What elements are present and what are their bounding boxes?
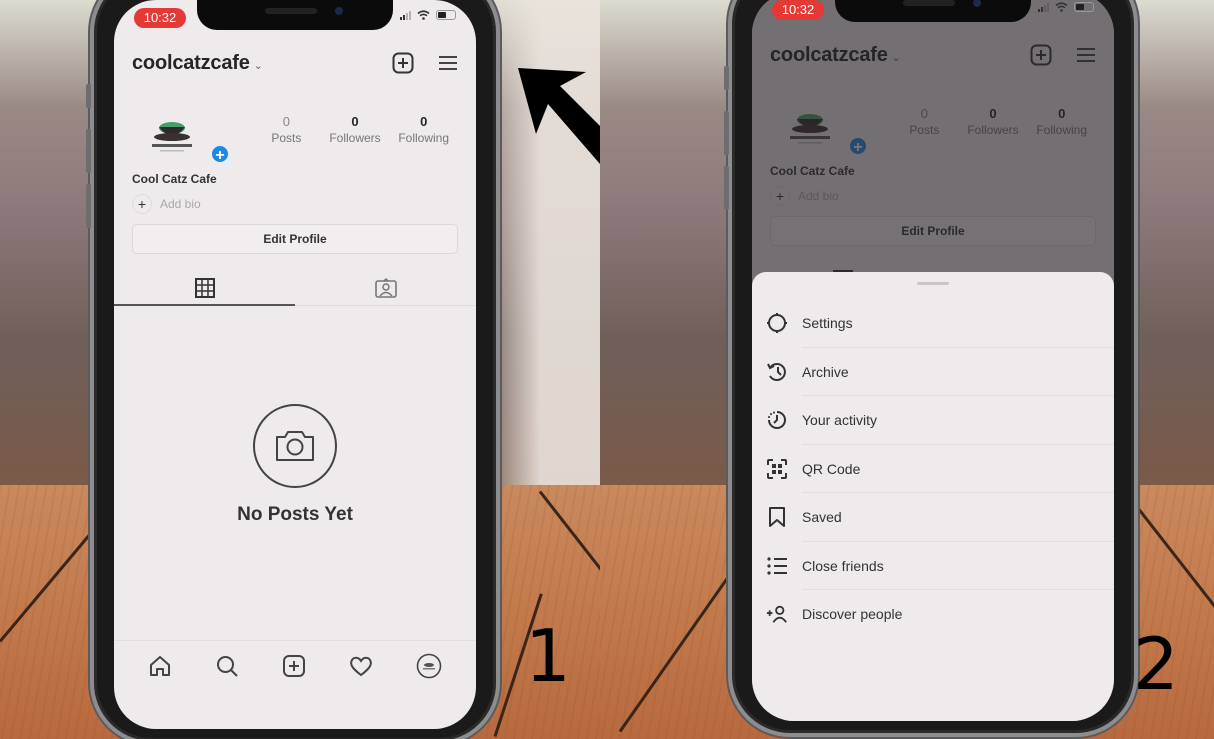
phone-side-button [724,66,729,90]
status-time: 10:32 [772,0,824,20]
discover-people-icon [766,605,787,624]
step-number-1: 1 [525,614,571,698]
camera-icon [276,431,314,461]
settings-icon [767,313,787,334]
profile-avatar-icon[interactable] [416,653,442,679]
add-story-plus-icon[interactable]: + [210,144,230,164]
phone-notch [835,0,1031,22]
menu-hamburger-icon[interactable] [438,54,458,72]
close-friends-icon [767,557,787,575]
panel-step-2: 10:32 coolcatzcafe ⌄ [600,0,1214,739]
activity-icon [768,411,786,430]
search-icon[interactable] [215,654,239,678]
menu-item-your-activity[interactable]: Your activity [752,396,1114,445]
display-name: Cool Catz Cafe [132,172,217,186]
menu-item-saved[interactable]: Saved [752,493,1114,542]
sheet-drag-handle[interactable] [917,282,949,285]
phone-frame: 10:32 coolcatzcafe ⌄ [724,0,1138,737]
menu-bottom-sheet: Settings Archive Your activity QR Code S… [752,272,1114,721]
menu-item-archive[interactable]: Archive [752,348,1114,397]
profile-header: coolcatzcafe ⌄ [132,48,458,78]
battery-icon [1074,2,1094,12]
phone-side-button [724,111,729,155]
username-switcher[interactable]: coolcatzcafe [132,52,250,75]
profile-tabs [114,270,476,306]
bookmark-icon [769,507,785,528]
menu-item-discover-people[interactable]: Discover people [752,590,1114,639]
wifi-icon [1055,2,1068,12]
profile-summary: + 0 Posts 0 Followers 0 Following [132,110,458,170]
stat-following[interactable]: 0 Following [389,114,458,145]
empty-state: No Posts Yet [114,404,476,526]
phone-side-button [724,166,729,210]
status-icons [400,10,456,20]
heart-icon[interactable] [349,655,373,677]
menu-item-qr-code[interactable]: QR Code [752,445,1114,494]
status-time: 10:32 [134,8,186,28]
profile-stats: 0 Posts 0 Followers 0 Following [252,114,458,145]
new-post-icon[interactable] [282,654,306,678]
archive-icon [767,362,786,381]
phone-side-button [86,129,91,173]
tab-tagged[interactable] [295,270,476,305]
phone-side-button [86,184,91,228]
status-icons [1038,2,1094,12]
phone-frame: 10:32 coolcatzcafe ⌄ [86,0,500,739]
stat-posts[interactable]: 0 Posts [252,114,321,145]
bottom-nav [114,640,476,690]
new-post-icon[interactable] [392,52,414,74]
camera-circle [253,404,337,488]
home-icon[interactable] [148,654,172,678]
step-number-2: 2 [1133,622,1179,706]
menu-item-close-friends[interactable]: Close friends [752,542,1114,591]
signal-icon [1038,2,1049,12]
plus-icon: + [132,194,152,214]
wifi-icon [417,10,430,20]
battery-icon [436,10,456,20]
tagged-person-icon [374,277,397,298]
add-bio-button[interactable]: + Add bio [132,194,201,214]
menu-item-settings[interactable]: Settings [752,299,1114,348]
chevron-down-icon[interactable]: ⌄ [254,59,263,72]
arrow-up-left-icon [518,68,600,164]
phone-notch [197,0,393,30]
tab-grid[interactable] [114,270,295,306]
signal-icon [400,10,411,20]
empty-state-title: No Posts Yet [237,504,353,525]
panel-step-1: 10:32 coolcatzcafe ⌄ + 0 Posts 0 Followe… [0,0,600,739]
qr-code-icon [767,458,787,479]
stat-followers[interactable]: 0 Followers [321,114,390,145]
grid-icon [194,277,215,298]
cafe-logo-icon [152,122,192,152]
phone-screen: 10:32 coolcatzcafe ⌄ [752,0,1114,721]
edit-profile-button[interactable]: Edit Profile [132,224,458,254]
phone-side-button [86,84,91,108]
phone-screen: 10:32 coolcatzcafe ⌄ [114,0,476,729]
avatar[interactable]: + [140,110,230,166]
menu-list: Settings Archive Your activity QR Code S… [752,299,1114,639]
